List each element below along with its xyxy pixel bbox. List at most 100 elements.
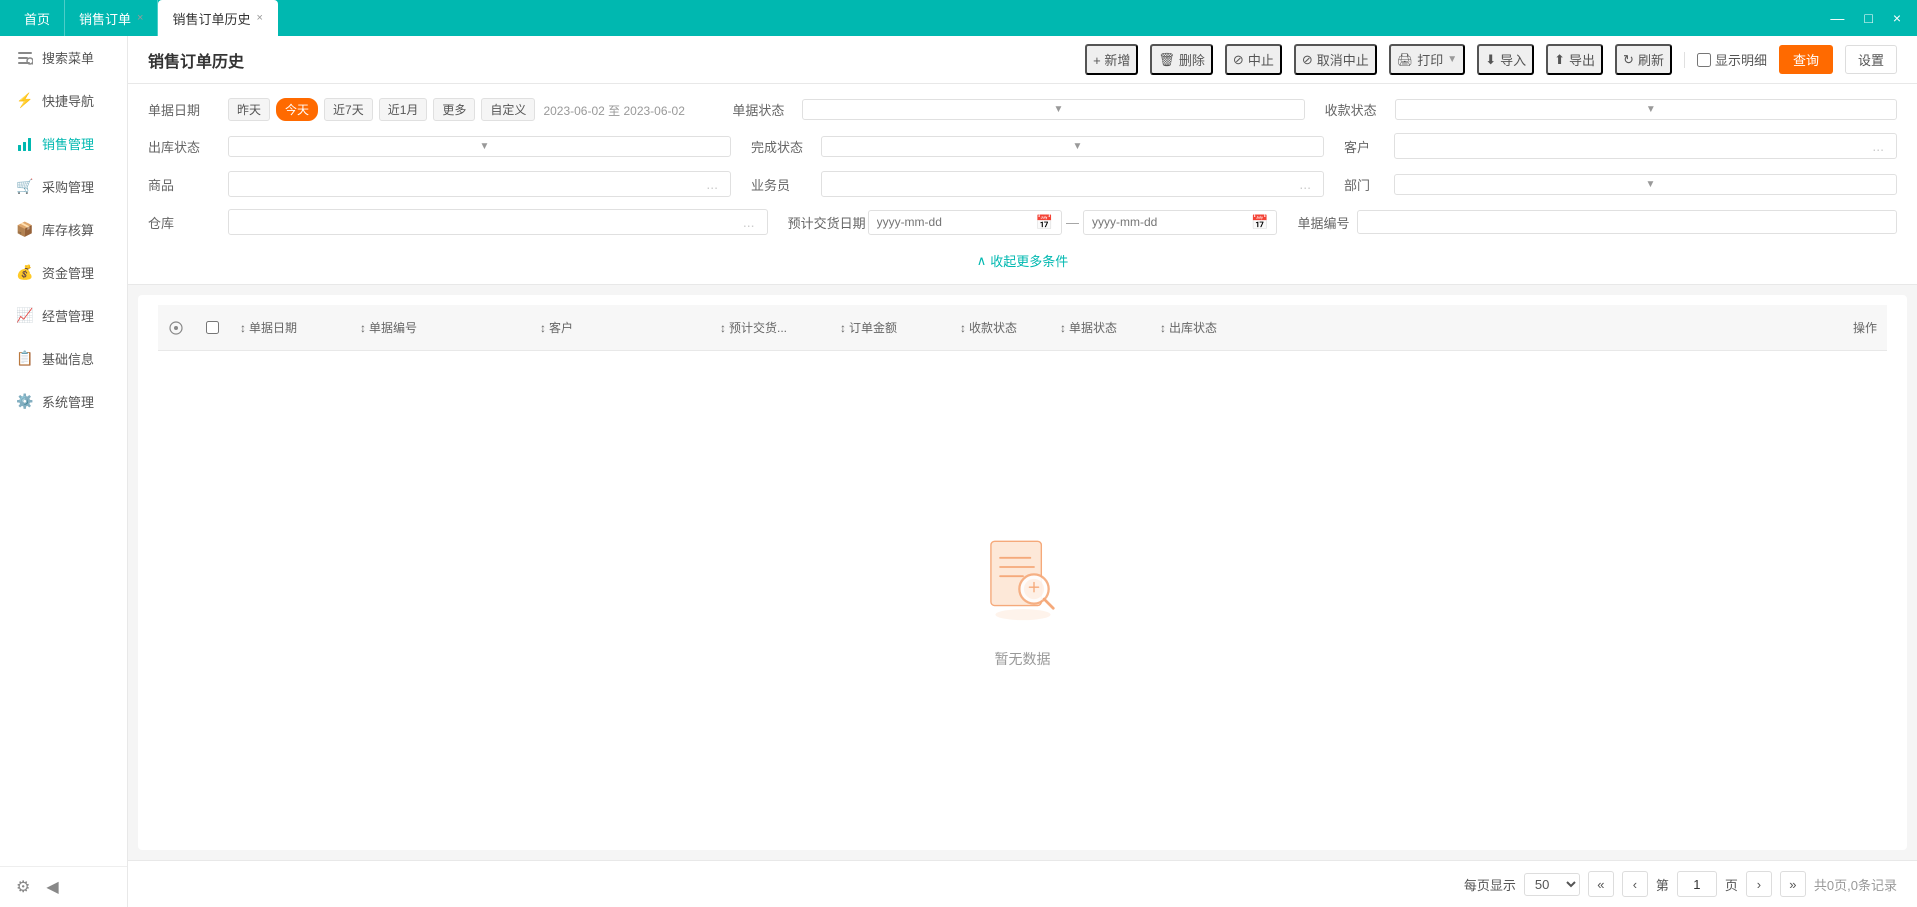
table-settings-btn[interactable]	[158, 321, 194, 335]
import-btn[interactable]: ⬇ 导入	[1477, 44, 1534, 75]
warehouse-input[interactable]: ...	[228, 209, 768, 235]
th-payment[interactable]: ↕ 收款状态	[950, 313, 1050, 342]
close-btn[interactable]: ×	[1887, 8, 1907, 28]
tab-home[interactable]: 首页	[10, 0, 65, 36]
maximize-btn[interactable]: □	[1858, 8, 1878, 28]
outbound-status-select[interactable]: ▼	[228, 136, 731, 157]
sidebar: 搜索菜单 ⚡ 快捷导航 销售管理 🛒 采购管理 📦 库存核算 💰 资金管理 📈 …	[0, 36, 128, 907]
sidebar-collapse-btn[interactable]: ◀	[46, 877, 58, 897]
delivery-start-calendar-icon[interactable]: 📅	[1036, 214, 1053, 231]
first-page-btn[interactable]: «	[1588, 871, 1614, 897]
sales-mgmt-icon	[16, 135, 34, 153]
product-input[interactable]: ...	[228, 171, 731, 197]
table-select-all-checkbox[interactable]	[194, 321, 230, 334]
refresh-btn-label: 刷新	[1638, 50, 1664, 69]
stop-btn[interactable]: ⊘ 中止	[1225, 44, 1282, 75]
date-btn-more[interactable]: 更多	[433, 98, 475, 121]
delivery-start-input[interactable]: 📅	[868, 210, 1062, 235]
date-btn-custom[interactable]: 自定义	[481, 98, 535, 121]
salesperson-field[interactable]	[830, 177, 1295, 191]
payment-status-select[interactable]: ▼	[1395, 99, 1897, 120]
order-status-select[interactable]: ▼	[802, 99, 1304, 120]
show-detail-checkbox[interactable]	[1697, 53, 1711, 67]
order-no-input[interactable]	[1357, 210, 1897, 234]
sidebar-item-quick-nav[interactable]: ⚡ 快捷导航	[0, 79, 127, 122]
sidebar-item-system[interactable]: ⚙️ 系统管理	[0, 380, 127, 423]
date-range-display: 2023-06-02 至 2023-06-02	[543, 102, 684, 119]
delivery-end-field[interactable]	[1092, 215, 1247, 229]
sidebar-item-basic-info[interactable]: 📋 基础信息	[0, 337, 127, 380]
page-header: 销售订单历史 + 新增 🗑 删除 ⊘ 中止 ⊘ 取消中止 🖨	[128, 36, 1917, 84]
delete-btn[interactable]: 🗑 删除	[1150, 44, 1213, 75]
order-no-field[interactable]	[1366, 215, 1888, 229]
sidebar-item-sales-mgmt[interactable]: 销售管理	[0, 122, 127, 165]
new-btn-label: + 新增	[1093, 50, 1130, 69]
customer-field[interactable]	[1403, 139, 1868, 153]
print-icon: 🖨	[1397, 52, 1414, 68]
filter-row-2: 出库状态 ▼ 完成状态 ▼ 客户 ...	[148, 133, 1897, 159]
show-detail-text: 显示明细	[1715, 50, 1767, 69]
th-customer[interactable]: ↕ 客户	[530, 313, 710, 342]
minimize-btn[interactable]: —	[1824, 8, 1850, 28]
settings-btn[interactable]: 设置	[1845, 45, 1897, 74]
th-amount[interactable]: ↕ 订单金额	[830, 313, 950, 342]
date-btn-1month[interactable]: 近1月	[379, 98, 428, 121]
th-status[interactable]: ↕ 单据状态	[1050, 313, 1150, 342]
new-btn[interactable]: + 新增	[1085, 44, 1138, 75]
tab-home-label: 首页	[24, 9, 50, 28]
warehouse-field[interactable]	[237, 215, 739, 229]
th-outbound[interactable]: ↕ 出库状态	[1150, 313, 1250, 342]
sidebar-item-quick-nav-label: 快捷导航	[42, 91, 94, 110]
salesperson-input[interactable]: ...	[821, 171, 1324, 197]
date-btn-today[interactable]: 今天	[276, 98, 318, 121]
next-page-btn[interactable]: ›	[1746, 871, 1772, 897]
delivery-start-field[interactable]	[877, 215, 1032, 229]
delivery-end-calendar-icon[interactable]: 📅	[1251, 214, 1268, 231]
main-content: 销售订单历史 + 新增 🗑 删除 ⊘ 中止 ⊘ 取消中止 🖨	[128, 36, 1917, 907]
th-date-text: 单据日期	[249, 319, 297, 336]
th-order[interactable]: ↕ 单据编号	[350, 313, 530, 342]
collapse-btn[interactable]: ∧ 收起更多条件	[977, 251, 1069, 270]
page-size-label: 每页显示	[1464, 875, 1516, 894]
customer-input[interactable]: ...	[1394, 133, 1897, 159]
query-btn[interactable]: 查询	[1779, 45, 1833, 74]
tab-sales-order-history[interactable]: 销售订单历史 ×	[158, 0, 277, 36]
sidebar-item-inventory[interactable]: 📦 库存核算	[0, 208, 127, 251]
sidebar-item-search-menu[interactable]: 搜索菜单	[0, 36, 127, 79]
export-btn-label: 导出	[1569, 50, 1595, 69]
sidebar-item-finance-label: 资金管理	[42, 263, 94, 282]
sidebar-item-finance[interactable]: 💰 资金管理	[0, 251, 127, 294]
prev-page-btn[interactable]: ‹	[1622, 871, 1648, 897]
tab-sales-order[interactable]: 销售订单 ×	[65, 0, 158, 36]
complete-status-select[interactable]: ▼	[821, 136, 1324, 157]
sidebar-item-operations[interactable]: 📈 经营管理	[0, 294, 127, 337]
delivery-end-input[interactable]: 📅	[1083, 210, 1277, 235]
refresh-btn[interactable]: ↻ 刷新	[1615, 44, 1672, 75]
date-btn-yesterday[interactable]: 昨天	[228, 98, 270, 121]
page-size-select[interactable]: 50 10 20 100	[1524, 873, 1580, 896]
product-field[interactable]	[237, 177, 702, 191]
warehouse-ellipsis[interactable]: ...	[739, 214, 759, 230]
date-btn-7days[interactable]: 近7天	[324, 98, 373, 121]
th-delivery[interactable]: ↕ 预计交货...	[710, 313, 830, 342]
product-ellipsis[interactable]: ...	[702, 176, 722, 192]
sidebar-settings-btn[interactable]: ⚙	[16, 877, 30, 897]
print-btn[interactable]: 🖨 打印 ▼	[1389, 44, 1465, 75]
department-select[interactable]: ▼	[1394, 174, 1897, 195]
outbound-status-label: 出库状态	[148, 137, 228, 156]
stop-btn-label: 中止	[1248, 50, 1274, 69]
current-page-input[interactable]	[1677, 871, 1717, 897]
th-date[interactable]: ↕ 单据日期	[230, 313, 350, 342]
last-page-btn[interactable]: »	[1780, 871, 1806, 897]
customer-ellipsis[interactable]: ...	[1868, 138, 1888, 154]
cancel-stop-btn[interactable]: ⊘ 取消中止	[1294, 44, 1377, 75]
tab-sales-order-history-close[interactable]: ×	[256, 12, 262, 24]
sidebar-item-sales-mgmt-label: 销售管理	[42, 134, 94, 153]
refresh-icon: ↻	[1623, 52, 1634, 68]
salesperson-ellipsis[interactable]: ...	[1295, 176, 1315, 192]
sidebar-item-purchase-mgmt[interactable]: 🛒 采购管理	[0, 165, 127, 208]
payment-status-label: 收款状态	[1325, 100, 1395, 119]
export-btn[interactable]: ⬆ 导出	[1546, 44, 1603, 75]
tab-sales-order-close[interactable]: ×	[137, 12, 143, 24]
prev-page-icon: ‹	[1633, 877, 1637, 892]
